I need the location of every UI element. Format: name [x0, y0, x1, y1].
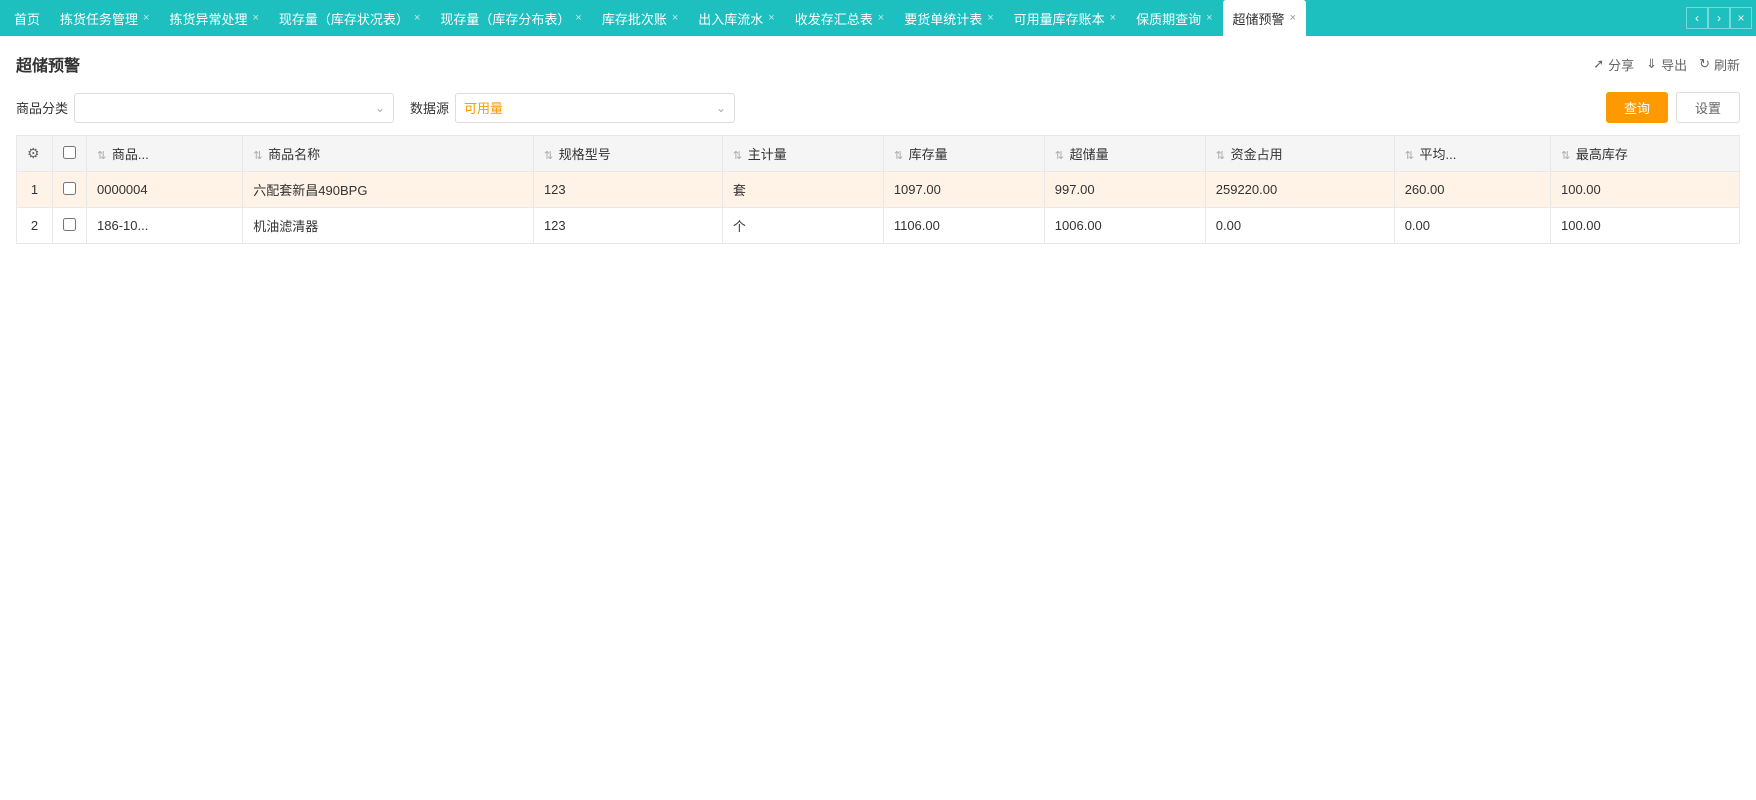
sort-icon-product-code: ⇅ — [97, 150, 106, 162]
nav-prev-arrow[interactable]: ‹ — [1686, 7, 1708, 29]
row-product-code-1: 186-10... — [87, 208, 243, 244]
nav-shelf-life-close[interactable]: × — [1206, 12, 1212, 24]
th-checkbox[interactable] — [53, 136, 87, 172]
nav-inventory-status-close[interactable]: × — [414, 12, 420, 24]
row-checkbox-1[interactable] — [53, 208, 87, 244]
nav-home[interactable]: 首页 — [4, 0, 50, 36]
datasource-label: 数据源 — [410, 98, 449, 117]
nav-inout-flow-close[interactable]: × — [768, 12, 774, 24]
category-chevron-down-icon: ⌄ — [375, 101, 385, 115]
nav-order-stat[interactable]: 要货单统计表 × — [894, 0, 1003, 36]
row-max-stock-0: 100.00 — [1550, 172, 1739, 208]
row-avg-0: 260.00 — [1394, 172, 1550, 208]
nav-pick-exception[interactable]: 拣货异常处理 × — [159, 0, 268, 36]
table-row[interactable]: 2 186-10... 机油滤清器 123 个 1106.00 1006.00 … — [17, 208, 1740, 244]
nav-summary-close[interactable]: × — [878, 12, 884, 24]
nav-inout-flow[interactable]: 出入库流水 × — [688, 0, 784, 36]
th-unit[interactable]: ⇅ 主计量 — [722, 136, 883, 172]
th-spec[interactable]: ⇅ 规格型号 — [533, 136, 722, 172]
filter-row: 商品分类 ⌄ 数据源 可用量 ⌄ 查询 设置 — [16, 92, 1740, 123]
category-label: 商品分类 — [16, 98, 68, 117]
sort-icon-unit: ⇅ — [733, 150, 742, 162]
nav-close-all[interactable]: × — [1730, 7, 1752, 29]
row-max-stock-1: 100.00 — [1550, 208, 1739, 244]
datasource-chevron-down-icon: ⌄ — [716, 101, 726, 115]
sort-icon-stock: ⇅ — [894, 150, 903, 162]
row-product-code-0: 0000004 — [87, 172, 243, 208]
th-product-name[interactable]: ⇅ 商品名称 — [243, 136, 534, 172]
sort-icon-capital: ⇅ — [1216, 150, 1225, 162]
nav-order-stat-close[interactable]: × — [987, 12, 993, 24]
row-spec-0: 123 — [533, 172, 722, 208]
nav-available-stock-close[interactable]: × — [1110, 12, 1116, 24]
filter-buttons: 查询 设置 — [1606, 92, 1740, 123]
nav-pick-exception-close[interactable]: × — [252, 12, 258, 24]
page-header: 超储预警 ➚ 分享 ⇓ 导出 ↻ 刷新 — [16, 52, 1740, 76]
select-all-checkbox[interactable] — [63, 146, 76, 159]
settings-button[interactable]: 设置 — [1676, 92, 1740, 123]
nav-overstock-warning-close[interactable]: × — [1290, 12, 1296, 24]
nav-overstock-warning[interactable]: 超储预警 × — [1223, 0, 1306, 36]
row-product-name-1: 机油滤清器 — [243, 208, 534, 244]
row-product-name-0: 六配套新昌490BPG — [243, 172, 534, 208]
sort-icon-max-stock: ⇅ — [1561, 150, 1570, 162]
th-capital[interactable]: ⇅ 资金占用 — [1205, 136, 1394, 172]
nav-inventory-status[interactable]: 现存量（库存状况表） × — [269, 0, 430, 36]
row-stock-1: 1106.00 — [883, 208, 1044, 244]
datasource-select-value: 可用量 — [464, 98, 503, 117]
th-overstock[interactable]: ⇅ 超储量 — [1044, 136, 1205, 172]
sort-icon-overstock: ⇅ — [1055, 150, 1064, 162]
share-icon: ➚ — [1593, 56, 1604, 72]
nav-inventory-dist-close[interactable]: × — [575, 12, 581, 24]
sort-icon-spec: ⇅ — [544, 150, 553, 162]
nav-inventory-dist[interactable]: 现存量（库存分布表） × — [430, 0, 591, 36]
settings-icon[interactable]: ⚙ — [27, 145, 40, 161]
row-unit-1: 个 — [722, 208, 883, 244]
sort-icon-product-name: ⇅ — [253, 150, 262, 162]
query-button[interactable]: 查询 — [1606, 92, 1668, 123]
export-button[interactable]: ⇓ 导出 — [1646, 55, 1687, 74]
th-stock[interactable]: ⇅ 库存量 — [883, 136, 1044, 172]
row-unit-0: 套 — [722, 172, 883, 208]
nav-available-stock[interactable]: 可用量库存账本 × — [1004, 0, 1126, 36]
page-content: 超储预警 ➚ 分享 ⇓ 导出 ↻ 刷新 商品分类 ⌄ 数据源 — [0, 36, 1756, 800]
row-num-1: 2 — [17, 208, 53, 244]
th-settings[interactable]: ⚙ — [17, 136, 53, 172]
datasource-select[interactable]: 可用量 ⌄ — [455, 93, 735, 123]
nav-batch-account[interactable]: 库存批次账 × — [592, 0, 688, 36]
page-title: 超储预警 — [16, 52, 80, 76]
th-product-code[interactable]: ⇅ 商品... — [87, 136, 243, 172]
export-icon: ⇓ — [1646, 56, 1657, 72]
datasource-filter-group: 数据源 可用量 ⌄ — [410, 93, 735, 123]
table-header-row: ⚙ ⇅ 商品... ⇅ 商品名称 ⇅ 规格型号 ⇅ — [17, 136, 1740, 172]
row-checkbox-0[interactable] — [53, 172, 87, 208]
header-actions: ➚ 分享 ⇓ 导出 ↻ 刷新 — [1593, 55, 1740, 74]
row-num-0: 1 — [17, 172, 53, 208]
nav-pick-task[interactable]: 拣货任务管理 × — [50, 0, 159, 36]
nav-pick-task-close[interactable]: × — [143, 12, 149, 24]
row-avg-1: 0.00 — [1394, 208, 1550, 244]
data-table: ⚙ ⇅ 商品... ⇅ 商品名称 ⇅ 规格型号 ⇅ — [16, 135, 1740, 244]
row-capital-1: 0.00 — [1205, 208, 1394, 244]
nav-summary[interactable]: 收发存汇总表 × — [785, 0, 894, 36]
top-navigation: 首页 拣货任务管理 × 拣货异常处理 × 现存量（库存状况表） × 现存量（库存… — [0, 0, 1756, 36]
row-spec-1: 123 — [533, 208, 722, 244]
nav-shelf-life[interactable]: 保质期查询 × — [1126, 0, 1222, 36]
category-filter-group: 商品分类 ⌄ — [16, 93, 394, 123]
nav-arrows: ‹ › × — [1686, 7, 1752, 29]
row-overstock-1: 1006.00 — [1044, 208, 1205, 244]
table-row[interactable]: 1 0000004 六配套新昌490BPG 123 套 1097.00 997.… — [17, 172, 1740, 208]
th-max-stock[interactable]: ⇅ 最高库存 — [1550, 136, 1739, 172]
nav-next-arrow[interactable]: › — [1708, 7, 1730, 29]
th-avg[interactable]: ⇅ 平均... — [1394, 136, 1550, 172]
sort-icon-avg: ⇅ — [1405, 150, 1414, 162]
category-select[interactable]: ⌄ — [74, 93, 394, 123]
row-capital-0: 259220.00 — [1205, 172, 1394, 208]
row-stock-0: 1097.00 — [883, 172, 1044, 208]
row-overstock-0: 997.00 — [1044, 172, 1205, 208]
refresh-button[interactable]: ↻ 刷新 — [1699, 55, 1740, 74]
refresh-icon: ↻ — [1699, 56, 1710, 72]
share-button[interactable]: ➚ 分享 — [1593, 55, 1634, 74]
nav-batch-account-close[interactable]: × — [672, 12, 678, 24]
